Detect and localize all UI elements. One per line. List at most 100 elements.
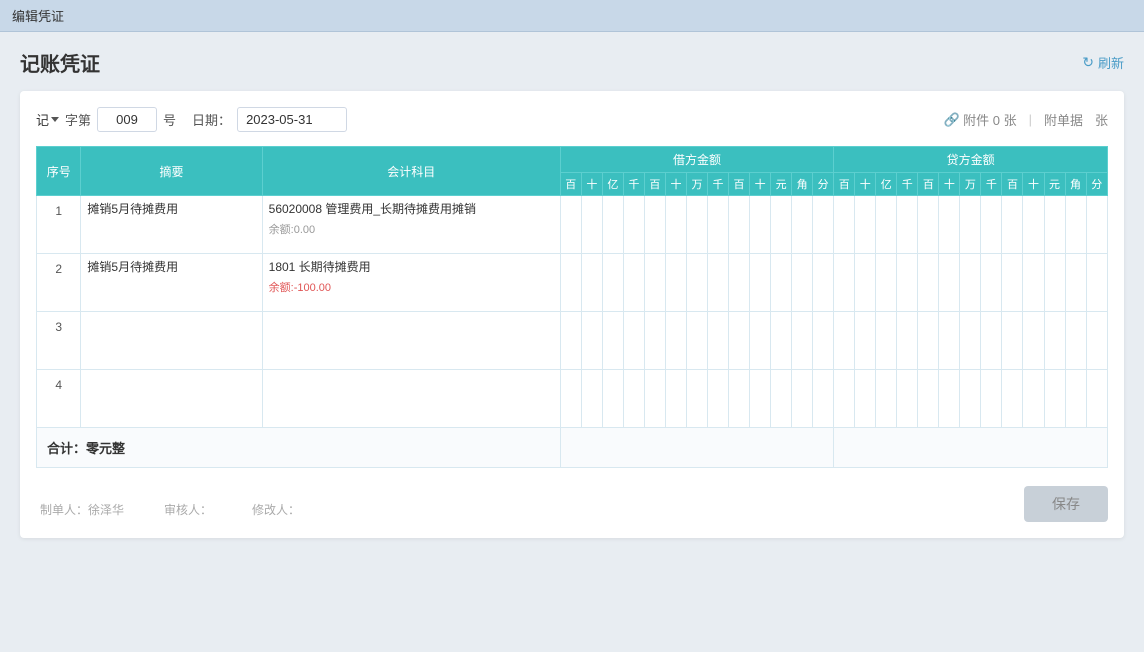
- cell-credit-2[interactable]: [876, 254, 897, 312]
- cell-debit-10[interactable]: [771, 370, 792, 428]
- cell-debit-9[interactable]: [750, 370, 771, 428]
- cell-debit-3[interactable]: [623, 370, 644, 428]
- cell-credit-3[interactable]: [897, 254, 918, 312]
- cell-debit-12[interactable]: [813, 312, 834, 370]
- cell-debit-8[interactable]: [729, 370, 750, 428]
- cell-debit-0[interactable]: [560, 312, 581, 370]
- cell-debit-4[interactable]: [644, 370, 665, 428]
- cell-credit-1[interactable]: [855, 370, 876, 428]
- cell-credit-4[interactable]: [918, 312, 939, 370]
- cell-credit-0[interactable]: [834, 370, 855, 428]
- cell-debit-12[interactable]: [813, 370, 834, 428]
- cell-debit-3[interactable]: [623, 312, 644, 370]
- cell-debit-12[interactable]: [813, 196, 834, 254]
- cell-summary[interactable]: 摊销5月待摊费用: [81, 254, 262, 312]
- cell-credit-5[interactable]: [939, 254, 960, 312]
- cell-debit-7[interactable]: [708, 254, 729, 312]
- cell-debit-6[interactable]: [686, 196, 707, 254]
- cell-debit-5[interactable]: [665, 254, 686, 312]
- refresh-button[interactable]: ↻ 刷新: [1082, 53, 1124, 72]
- cell-debit-1[interactable]: [581, 254, 602, 312]
- cell-debit-5[interactable]: [665, 312, 686, 370]
- cell-debit-6[interactable]: [686, 370, 707, 428]
- cell-credit-8[interactable]: [1002, 370, 1023, 428]
- cell-account[interactable]: [262, 370, 560, 428]
- save-button[interactable]: 保存: [1024, 486, 1108, 522]
- cell-debit-10[interactable]: [771, 312, 792, 370]
- attachment-doc-link[interactable]: 附单据: [1044, 110, 1083, 129]
- cell-credit-9[interactable]: [1023, 312, 1044, 370]
- cell-debit-6[interactable]: [686, 254, 707, 312]
- cell-credit-0[interactable]: [834, 312, 855, 370]
- cell-credit-3[interactable]: [897, 196, 918, 254]
- cell-debit-6[interactable]: [686, 312, 707, 370]
- cell-debit-9[interactable]: [750, 196, 771, 254]
- cell-credit-10[interactable]: [1044, 370, 1065, 428]
- cell-credit-3[interactable]: [897, 370, 918, 428]
- cell-debit-4[interactable]: [644, 196, 665, 254]
- cell-credit-2[interactable]: [876, 370, 897, 428]
- cell-debit-4[interactable]: [644, 312, 665, 370]
- cell-debit-10[interactable]: [771, 254, 792, 312]
- cell-credit-9[interactable]: [1023, 254, 1044, 312]
- cell-debit-8[interactable]: [729, 312, 750, 370]
- cell-debit-2[interactable]: [602, 370, 623, 428]
- cell-account[interactable]: 1801 长期待摊费用余额:-100.00: [262, 254, 560, 312]
- cell-credit-7[interactable]: [981, 254, 1002, 312]
- cell-credit-0[interactable]: [834, 196, 855, 254]
- cell-debit-0[interactable]: [560, 196, 581, 254]
- cell-debit-11[interactable]: [792, 312, 813, 370]
- cell-debit-7[interactable]: [708, 312, 729, 370]
- cell-credit-10[interactable]: [1044, 196, 1065, 254]
- cell-debit-7[interactable]: [708, 370, 729, 428]
- cell-debit-11[interactable]: [792, 196, 813, 254]
- cell-account[interactable]: 56020008 管理费用_长期待摊费用摊销余额:0.00: [262, 196, 560, 254]
- date-input[interactable]: [237, 107, 347, 132]
- cell-credit-7[interactable]: [981, 370, 1002, 428]
- cell-credit-6[interactable]: [960, 312, 981, 370]
- cell-credit-11[interactable]: [1065, 254, 1086, 312]
- cell-credit-8[interactable]: [1002, 312, 1023, 370]
- cell-credit-10[interactable]: [1044, 254, 1065, 312]
- cell-credit-8[interactable]: [1002, 254, 1023, 312]
- cell-credit-11[interactable]: [1065, 196, 1086, 254]
- cell-credit-12[interactable]: [1086, 254, 1107, 312]
- cell-credit-9[interactable]: [1023, 370, 1044, 428]
- cell-summary[interactable]: 摊销5月待摊费用: [81, 196, 262, 254]
- cell-credit-3[interactable]: [897, 312, 918, 370]
- cell-debit-9[interactable]: [750, 254, 771, 312]
- cell-summary[interactable]: [81, 312, 262, 370]
- cell-credit-10[interactable]: [1044, 312, 1065, 370]
- cell-credit-5[interactable]: [939, 312, 960, 370]
- cell-credit-4[interactable]: [918, 254, 939, 312]
- cell-credit-1[interactable]: [855, 254, 876, 312]
- cell-debit-8[interactable]: [729, 196, 750, 254]
- cell-debit-1[interactable]: [581, 312, 602, 370]
- cell-credit-2[interactable]: [876, 312, 897, 370]
- cell-debit-5[interactable]: [665, 370, 686, 428]
- cell-debit-1[interactable]: [581, 370, 602, 428]
- cell-credit-7[interactable]: [981, 312, 1002, 370]
- cell-debit-12[interactable]: [813, 254, 834, 312]
- cell-credit-12[interactable]: [1086, 196, 1107, 254]
- cell-credit-1[interactable]: [855, 312, 876, 370]
- cell-credit-11[interactable]: [1065, 312, 1086, 370]
- cell-credit-1[interactable]: [855, 196, 876, 254]
- cell-credit-12[interactable]: [1086, 370, 1107, 428]
- cell-credit-12[interactable]: [1086, 312, 1107, 370]
- cell-debit-0[interactable]: [560, 370, 581, 428]
- cell-debit-3[interactable]: [623, 196, 644, 254]
- cell-credit-11[interactable]: [1065, 370, 1086, 428]
- cell-debit-7[interactable]: [708, 196, 729, 254]
- cell-account[interactable]: [262, 312, 560, 370]
- cell-debit-11[interactable]: [792, 370, 813, 428]
- attachment-link[interactable]: 🔗 附件 0 张: [944, 110, 1017, 129]
- cell-credit-8[interactable]: [1002, 196, 1023, 254]
- cell-credit-4[interactable]: [918, 370, 939, 428]
- cell-credit-6[interactable]: [960, 196, 981, 254]
- cell-debit-0[interactable]: [560, 254, 581, 312]
- cell-credit-5[interactable]: [939, 196, 960, 254]
- cell-debit-10[interactable]: [771, 196, 792, 254]
- cell-debit-2[interactable]: [602, 254, 623, 312]
- cell-summary[interactable]: [81, 370, 262, 428]
